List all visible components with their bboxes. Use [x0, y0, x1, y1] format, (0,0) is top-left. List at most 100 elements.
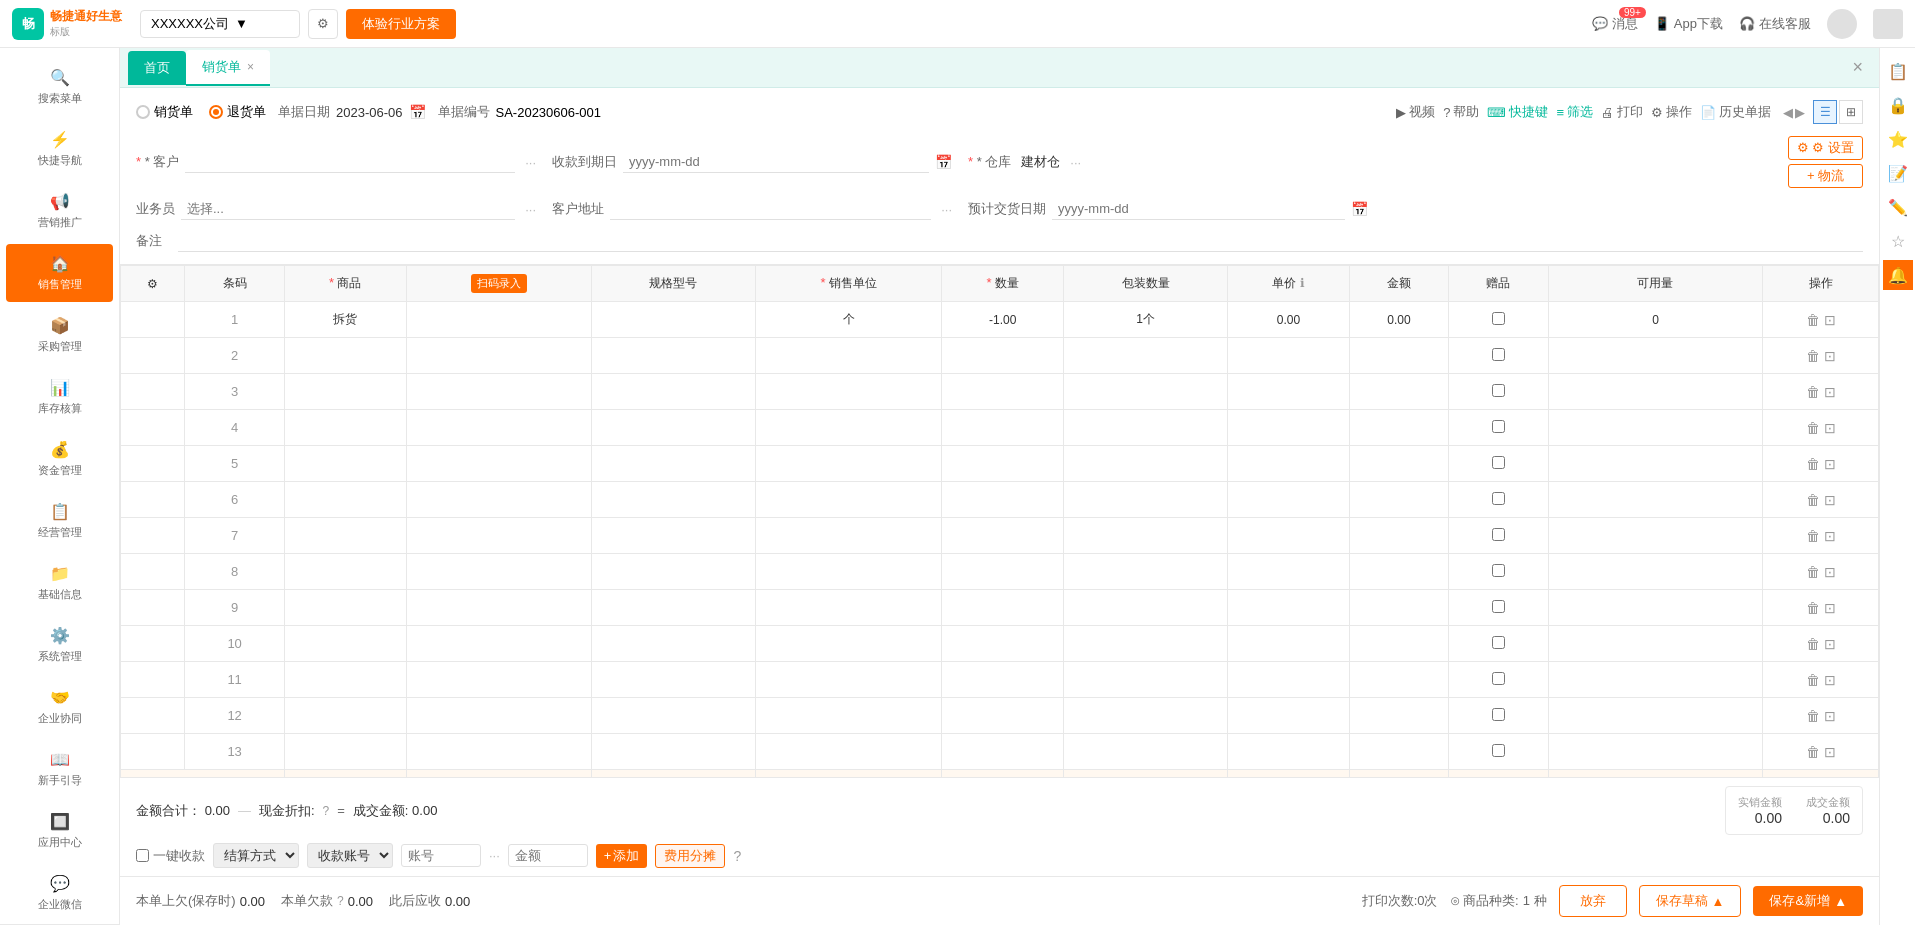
row-pkg-qty-cell[interactable]: [1064, 518, 1228, 554]
one-click-pay-label[interactable]: 一键收款: [136, 847, 205, 865]
col-settings[interactable]: ⚙: [121, 266, 185, 302]
copy-icon[interactable]: ⊡: [1824, 348, 1836, 364]
row-gift-cell[interactable]: [1449, 698, 1548, 734]
row-unit-cell[interactable]: 个: [755, 302, 941, 338]
row-pkg-qty-cell[interactable]: [1064, 482, 1228, 518]
row-gift-cell[interactable]: [1449, 446, 1548, 482]
right-icon-fav[interactable]: ☆: [1883, 226, 1913, 256]
row-amount-cell[interactable]: [1349, 590, 1448, 626]
one-click-pay-checkbox[interactable]: [136, 849, 149, 862]
row-unit-cell[interactable]: [755, 698, 941, 734]
row-price-cell[interactable]: [1228, 410, 1350, 446]
row-pkg-qty-cell[interactable]: [1064, 734, 1228, 770]
sidebar-item-appstore[interactable]: 🔲 应用中心: [6, 802, 113, 860]
expense-split-btn[interactable]: 费用分摊: [655, 844, 725, 868]
address-dots[interactable]: ···: [941, 202, 952, 217]
history-btn[interactable]: 📄 历史单据: [1700, 103, 1771, 121]
row-qty-cell[interactable]: [942, 734, 1064, 770]
row-gift-cell[interactable]: [1449, 482, 1548, 518]
row-unit-cell[interactable]: [755, 410, 941, 446]
row-qty-cell[interactable]: [942, 410, 1064, 446]
sidebar-item-purchase[interactable]: 📦 采购管理: [6, 306, 113, 364]
tab-home[interactable]: 首页: [128, 51, 186, 85]
copy-icon[interactable]: ⊡: [1824, 420, 1836, 436]
row-spec-cell[interactable]: [592, 698, 756, 734]
copy-icon[interactable]: ⊡: [1824, 564, 1836, 580]
payment-date-input[interactable]: [623, 151, 929, 173]
warehouse-dots[interactable]: ···: [1070, 155, 1081, 170]
row-price-cell[interactable]: [1228, 518, 1350, 554]
row-amount-cell[interactable]: [1349, 482, 1448, 518]
tab-sales-order[interactable]: 销货单 ×: [186, 50, 270, 86]
help-question-icon[interactable]: ?: [733, 848, 741, 864]
row-unit-cell[interactable]: [755, 374, 941, 410]
radio-sales[interactable]: 销货单: [136, 103, 193, 121]
calendar-icon[interactable]: 📅: [409, 104, 426, 120]
row-unit-cell[interactable]: [755, 590, 941, 626]
row-qty-cell[interactable]: [942, 482, 1064, 518]
sidebar-item-marketing[interactable]: 📢 营销推广: [6, 182, 113, 240]
row-unit-cell[interactable]: [755, 518, 941, 554]
row-pkg-qty-cell[interactable]: [1064, 662, 1228, 698]
delete-icon[interactable]: 🗑: [1806, 348, 1820, 364]
row-pkg-qty-cell[interactable]: [1064, 554, 1228, 590]
sidebar-item-inventory[interactable]: 📊 库存核算: [6, 368, 113, 426]
sidebar-item-guide[interactable]: 📖 新手引导: [6, 740, 113, 798]
row-product-cell[interactable]: [284, 410, 406, 446]
row-amount-cell[interactable]: [1349, 518, 1448, 554]
address-input[interactable]: [610, 198, 931, 220]
row-gift-cell[interactable]: [1449, 518, 1548, 554]
delete-icon[interactable]: 🗑: [1806, 456, 1820, 472]
row-price-cell[interactable]: [1228, 482, 1350, 518]
delete-icon[interactable]: 🗑: [1806, 312, 1820, 328]
row-gift-cell[interactable]: [1449, 626, 1548, 662]
copy-icon[interactable]: ⊡: [1824, 744, 1836, 760]
row-qty-cell[interactable]: [942, 626, 1064, 662]
row-price-cell[interactable]: [1228, 662, 1350, 698]
sidebar-item-collab[interactable]: 🤝 企业协同: [6, 678, 113, 736]
copy-icon[interactable]: ⊡: [1824, 456, 1836, 472]
row-qty-cell[interactable]: [942, 698, 1064, 734]
row-product-cell[interactable]: [284, 698, 406, 734]
row-amount-cell[interactable]: [1349, 338, 1448, 374]
save-draft-button[interactable]: 保存草稿 ▲: [1639, 885, 1742, 917]
row-qty-cell[interactable]: [942, 518, 1064, 554]
row-amount-cell[interactable]: [1349, 410, 1448, 446]
row-price-cell[interactable]: [1228, 626, 1350, 662]
row-product-cell[interactable]: [284, 554, 406, 590]
row-spec-cell[interactable]: [592, 482, 756, 518]
copy-icon[interactable]: ⊡: [1824, 492, 1836, 508]
right-icon-edit[interactable]: ✏️: [1883, 192, 1913, 222]
row-qty-cell[interactable]: [942, 590, 1064, 626]
online-service-item[interactable]: 🎧 在线客服: [1739, 15, 1811, 33]
delete-icon[interactable]: 🗑: [1806, 420, 1820, 436]
row-product-cell[interactable]: [284, 626, 406, 662]
delete-icon[interactable]: 🗑: [1806, 672, 1820, 688]
company-selector[interactable]: XXXXXX公司 ▼: [140, 10, 300, 38]
row-unit-cell[interactable]: [755, 734, 941, 770]
sidebar-item-search[interactable]: 🔍 搜索菜单: [6, 58, 113, 116]
avatar[interactable]: [1827, 9, 1857, 39]
row-pkg-qty-cell[interactable]: [1064, 590, 1228, 626]
salesperson-dots[interactable]: ···: [525, 202, 536, 217]
row-qty-cell[interactable]: [942, 446, 1064, 482]
copy-icon[interactable]: ⊡: [1824, 528, 1836, 544]
row-amount-cell[interactable]: 0.00: [1349, 302, 1448, 338]
save-new-button[interactable]: 保存&新增 ▲: [1753, 886, 1863, 916]
remarks-input[interactable]: [178, 230, 1863, 252]
print-btn[interactable]: 🖨 打印: [1601, 103, 1643, 121]
row-pkg-qty-cell[interactable]: [1064, 626, 1228, 662]
radio-return[interactable]: 退货单: [209, 103, 266, 121]
row-gift-cell[interactable]: [1449, 410, 1548, 446]
shortcut-btn[interactable]: ⌨ 快捷键: [1487, 103, 1548, 121]
close-window-icon[interactable]: ×: [1844, 57, 1871, 78]
delete-icon[interactable]: 🗑: [1806, 564, 1820, 580]
row-price-cell[interactable]: [1228, 554, 1350, 590]
sidebar-item-wechat[interactable]: 💬 企业微信: [6, 864, 113, 922]
row-product-cell[interactable]: 拆货: [284, 302, 406, 338]
row-gift-cell[interactable]: [1449, 554, 1548, 590]
delete-icon[interactable]: 🗑: [1806, 708, 1820, 724]
sidebar-item-basic[interactable]: 📁 基础信息: [6, 554, 113, 612]
delete-icon[interactable]: 🗑: [1806, 744, 1820, 760]
account-number-input[interactable]: [401, 844, 481, 867]
